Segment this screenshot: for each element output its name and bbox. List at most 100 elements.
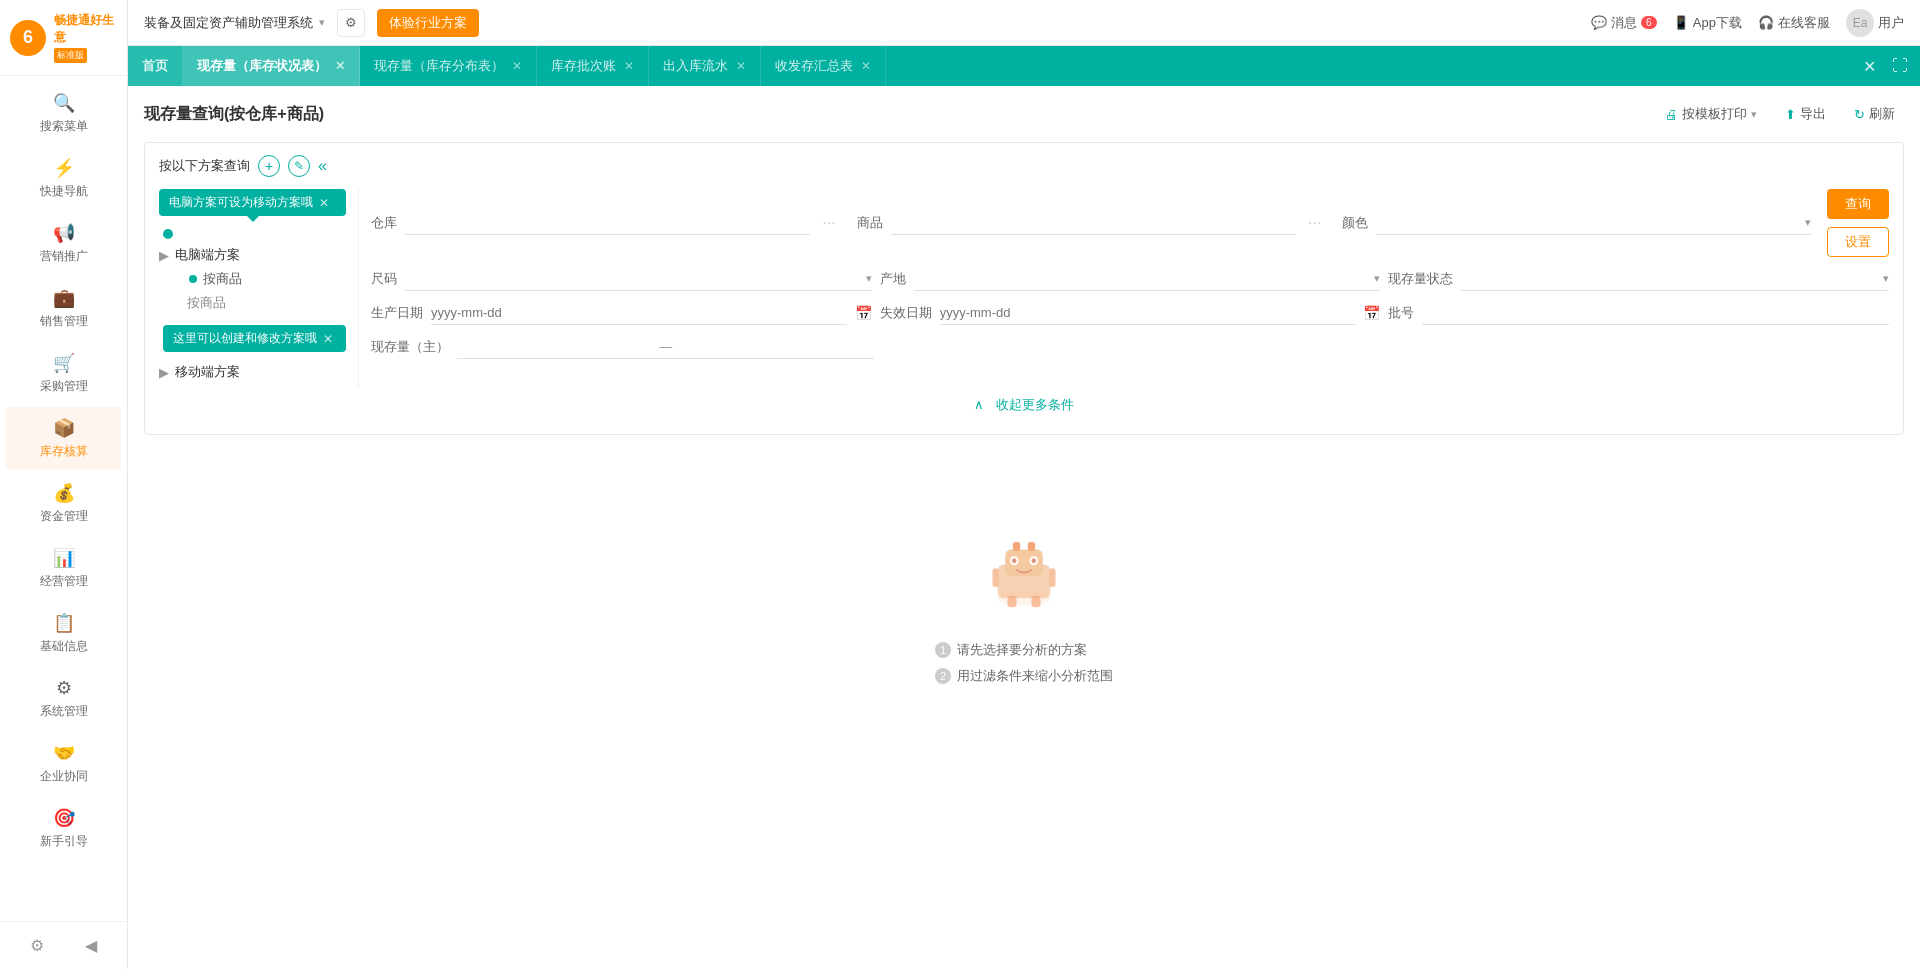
tab-collect-summary[interactable]: 收发存汇总表 ✕: [761, 46, 886, 86]
print-dropdown-icon[interactable]: ▾: [1751, 108, 1757, 121]
sidebar-item-enterprise[interactable]: 🤝 企业协同: [6, 732, 121, 795]
sidebar-item-guide[interactable]: 🎯 新手引导: [6, 797, 121, 860]
close-tab-inventory-dist[interactable]: ✕: [512, 59, 522, 73]
refresh-btn[interactable]: ↻ 刷新: [1845, 100, 1904, 128]
goods-input[interactable]: [891, 215, 1296, 230]
filter-back-btn[interactable]: «: [318, 157, 327, 175]
origin-dropdown-icon[interactable]: ▾: [1374, 272, 1380, 285]
sidebar-item-label: 基础信息: [40, 638, 88, 655]
size-dropdown-icon[interactable]: ▾: [866, 272, 872, 285]
logo-icon: 6: [10, 20, 46, 56]
close-tab-batch-ledger[interactable]: ✕: [624, 59, 634, 73]
filter-form-area: 仓库 ··· 商品: [371, 189, 1889, 359]
stock-status-input[interactable]: [1461, 271, 1883, 286]
production-date-input-wrap: [431, 301, 847, 325]
color-input[interactable]: [1376, 215, 1805, 230]
notification-btn[interactable]: 💬 消息 6: [1591, 14, 1657, 32]
size-label: 尺码: [371, 270, 397, 288]
filter-add-btn[interactable]: +: [258, 155, 280, 177]
sidebar-item-marketing[interactable]: 📢 营销推广: [6, 212, 121, 275]
stock-main-input[interactable]: [457, 339, 651, 354]
user-area[interactable]: Ea 用户: [1846, 9, 1904, 37]
origin-input[interactable]: [914, 271, 1375, 286]
stock-status-label: 现存量状态: [1388, 270, 1453, 288]
production-date-calendar-icon[interactable]: 📅: [855, 305, 872, 321]
collapse-row[interactable]: ∧ 收起更多条件: [159, 388, 1889, 422]
close-tab-in-out-flow[interactable]: ✕: [736, 59, 746, 73]
mobile-scheme-item[interactable]: ▶ 移动端方案: [159, 360, 346, 384]
brand-name: 畅捷通好生意: [54, 12, 117, 46]
sidebar-item-quick-nav[interactable]: ⚡ 快捷导航: [6, 147, 121, 210]
tab-inventory-dist[interactable]: 现存量（库存分布表） ✕: [360, 46, 537, 86]
settings-button[interactable]: ⚙: [337, 9, 365, 37]
sidebar-item-inventory[interactable]: 📦 库存核算: [6, 407, 121, 470]
filter-section: 按以下方案查询 + ✎ « 电脑方案可设为移动方案哦 ✕: [144, 142, 1904, 435]
active-indicator: [159, 226, 346, 239]
origin-select[interactable]: ▾: [914, 267, 1381, 291]
expiry-date-label: 失效日期: [880, 304, 932, 322]
warehouse-field: 仓库 ···: [371, 211, 840, 235]
active-scheme-indicator: [189, 275, 197, 283]
close-tab-collect-summary[interactable]: ✕: [861, 59, 871, 73]
system-title: 装备及固定资产辅助管理系统 ▾: [144, 14, 325, 32]
warehouse-input[interactable]: [405, 215, 810, 230]
export-label: 导出: [1800, 105, 1826, 123]
stock-main-input-max[interactable]: [680, 339, 874, 354]
tab-bar: 首页 现存量（库存状况表） ✕ 现存量（库存分布表） ✕ 库存批次账 ✕ 出入库…: [128, 46, 1920, 86]
desktop-scheme-child[interactable]: 按商品: [159, 267, 346, 291]
tab-inventory-status[interactable]: 现存量（库存状况表） ✕: [183, 46, 360, 86]
warehouse-select[interactable]: [405, 211, 810, 235]
goods-more-icon[interactable]: ···: [1304, 214, 1325, 232]
collapse-sidebar-btn[interactable]: ◀: [81, 932, 101, 959]
tooltip-arrow: [247, 216, 259, 222]
system-dropdown-icon[interactable]: ▾: [319, 16, 325, 29]
expiry-date-calendar-icon[interactable]: 📅: [1363, 305, 1380, 321]
filter-label: 按以下方案查询: [159, 157, 250, 175]
sidebar-item-search[interactable]: 🔍 搜索菜单: [6, 82, 121, 145]
form-row-4: 现存量（主） —: [371, 335, 1889, 359]
sidebar-item-sales[interactable]: 💼 销售管理: [6, 277, 121, 340]
size-input[interactable]: [405, 271, 866, 286]
sidebar-item-purchase[interactable]: 🛒 采购管理: [6, 342, 121, 405]
close-all-tabs-btn[interactable]: ✕: [1859, 53, 1880, 80]
tab-home[interactable]: 首页: [128, 46, 183, 86]
svg-rect-10: [1050, 568, 1056, 587]
stock-main-field: 现存量（主） —: [371, 335, 874, 359]
color-select[interactable]: ▾: [1376, 211, 1811, 235]
desktop-scheme-item[interactable]: ▶ 电脑端方案: [159, 243, 346, 267]
search-button[interactable]: 查询: [1827, 189, 1889, 219]
close-tab-inventory-status[interactable]: ✕: [335, 59, 345, 73]
app-download-btn[interactable]: 📱 App下载: [1673, 14, 1742, 32]
system-icon: ⚙: [56, 677, 72, 699]
trial-button[interactable]: 体验行业方案: [377, 9, 479, 37]
stock-status-select[interactable]: ▾: [1461, 267, 1889, 291]
sidebar-item-basic-info[interactable]: 📋 基础信息: [6, 602, 121, 665]
sidebar-item-finance[interactable]: 💰 资金管理: [6, 472, 121, 535]
sidebar-item-system[interactable]: ⚙ 系统管理: [6, 667, 121, 730]
tab-batch-ledger[interactable]: 库存批次账 ✕: [537, 46, 649, 86]
print-btn[interactable]: 🖨 按模板打印 ▾: [1656, 100, 1766, 128]
goods-select[interactable]: [891, 211, 1296, 235]
tooltip-close-btn[interactable]: ✕: [319, 196, 329, 210]
search-icon: 🔍: [53, 92, 75, 114]
color-dropdown-icon[interactable]: ▾: [1805, 216, 1811, 229]
expiry-date-input[interactable]: [940, 305, 1356, 320]
settings-footer-btn[interactable]: ⚙: [26, 932, 48, 959]
filter-edit-btn[interactable]: ✎: [288, 155, 310, 177]
sidebar-item-operations[interactable]: 📊 经营管理: [6, 537, 121, 600]
stock-status-dropdown-icon[interactable]: ▾: [1883, 272, 1889, 285]
size-select[interactable]: ▾: [405, 267, 872, 291]
production-date-input[interactable]: [431, 305, 847, 320]
edit-tooltip-close-btn[interactable]: ✕: [323, 332, 333, 346]
warehouse-more-icon[interactable]: ···: [818, 214, 839, 232]
tab-in-out-flow[interactable]: 出入库流水 ✕: [649, 46, 761, 86]
brand-badge: 标准版: [54, 48, 87, 63]
reset-button[interactable]: 设置: [1827, 227, 1889, 257]
quick-nav-icon: ⚡: [53, 157, 75, 179]
batch-no-input[interactable]: [1422, 305, 1889, 320]
maximize-btn[interactable]: ⛶: [1888, 53, 1912, 79]
notification-badge: 6: [1641, 16, 1657, 29]
desktop-scheme-more[interactable]: 按商品: [159, 291, 346, 315]
online-support-btn[interactable]: 🎧 在线客服: [1758, 14, 1830, 32]
export-btn[interactable]: ⬆ 导出: [1776, 100, 1835, 128]
